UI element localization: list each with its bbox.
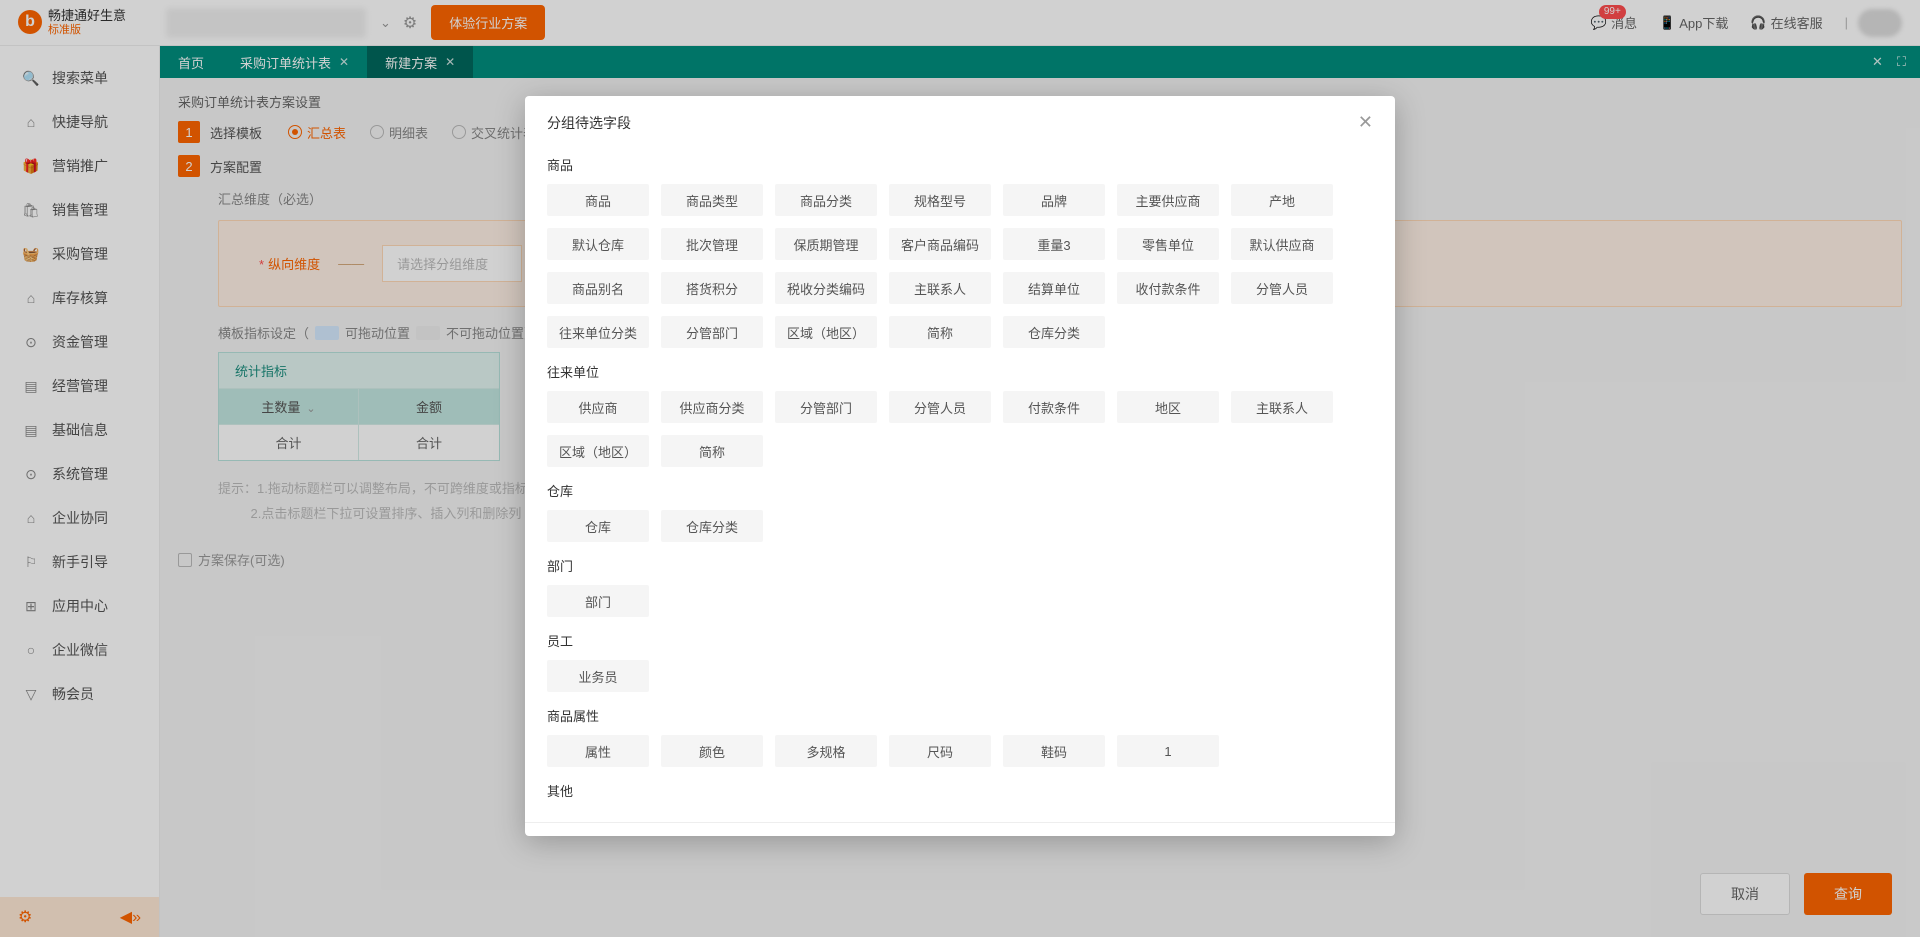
field-group-title: 部门 xyxy=(547,556,1373,575)
field-chip[interactable]: 属性 xyxy=(547,735,649,767)
field-chip[interactable]: 结算单位 xyxy=(1003,272,1105,304)
field-chip[interactable]: 商品 xyxy=(547,184,649,216)
modal-hscroll[interactable] xyxy=(525,822,1395,836)
field-group: 商品商品商品类型商品分类规格型号品牌主要供应商产地默认仓库批次管理保质期管理客户… xyxy=(547,155,1373,348)
close-icon[interactable]: ✕ xyxy=(1358,112,1373,133)
field-group-title: 仓库 xyxy=(547,481,1373,500)
field-chip[interactable]: 客户商品编码 xyxy=(889,228,991,260)
field-chip[interactable]: 商品别名 xyxy=(547,272,649,304)
field-chip[interactable]: 多规格 xyxy=(775,735,877,767)
field-chip[interactable]: 分管部门 xyxy=(661,316,763,348)
field-group-title: 商品属性 xyxy=(547,706,1373,725)
field-group-title: 往来单位 xyxy=(547,362,1373,381)
field-chip[interactable]: 尺码 xyxy=(889,735,991,767)
modal-body: 商品商品商品类型商品分类规格型号品牌主要供应商产地默认仓库批次管理保质期管理客户… xyxy=(525,149,1395,822)
field-chip[interactable]: 简称 xyxy=(889,316,991,348)
modal-title: 分组待选字段 xyxy=(547,113,631,133)
field-group-title: 员工 xyxy=(547,631,1373,650)
field-chip[interactable]: 收付款条件 xyxy=(1117,272,1219,304)
field-chip[interactable]: 仓库 xyxy=(547,510,649,542)
field-chip[interactable]: 颜色 xyxy=(661,735,763,767)
field-chip[interactable]: 简称 xyxy=(661,435,763,467)
field-chip[interactable]: 供应商分类 xyxy=(661,391,763,423)
field-chip[interactable]: 规格型号 xyxy=(889,184,991,216)
field-picker-modal: 分组待选字段 ✕ 商品商品商品类型商品分类规格型号品牌主要供应商产地默认仓库批次… xyxy=(525,96,1395,836)
field-chip[interactable]: 主要供应商 xyxy=(1117,184,1219,216)
field-chip[interactable]: 分管部门 xyxy=(775,391,877,423)
field-chip[interactable]: 1 xyxy=(1117,735,1219,767)
field-chip[interactable]: 商品类型 xyxy=(661,184,763,216)
field-chip[interactable]: 搭货积分 xyxy=(661,272,763,304)
field-chip[interactable]: 供应商 xyxy=(547,391,649,423)
field-chip[interactable]: 区域（地区） xyxy=(775,316,877,348)
field-chip[interactable]: 批次管理 xyxy=(661,228,763,260)
field-chip[interactable]: 付款条件 xyxy=(1003,391,1105,423)
field-chip[interactable]: 分管人员 xyxy=(1231,272,1333,304)
field-chip[interactable]: 主联系人 xyxy=(889,272,991,304)
field-chip[interactable]: 产地 xyxy=(1231,184,1333,216)
field-chip[interactable]: 保质期管理 xyxy=(775,228,877,260)
field-chip[interactable]: 零售单位 xyxy=(1117,228,1219,260)
field-group: 仓库仓库仓库分类 xyxy=(547,481,1373,542)
field-group: 部门部门 xyxy=(547,556,1373,617)
field-group: 往来单位供应商供应商分类分管部门分管人员付款条件地区主联系人区域（地区） 简称 xyxy=(547,362,1373,467)
field-chip[interactable]: 地区 xyxy=(1117,391,1219,423)
field-group-title: 商品 xyxy=(547,155,1373,174)
field-chip[interactable]: 商品分类 xyxy=(775,184,877,216)
field-chip[interactable]: 默认供应商 xyxy=(1231,228,1333,260)
field-group-title: 其他 xyxy=(547,781,1373,800)
field-chip[interactable]: 品牌 xyxy=(1003,184,1105,216)
field-chip[interactable]: 往来单位分类 xyxy=(547,316,649,348)
field-chip[interactable]: 税收分类编码 xyxy=(775,272,877,304)
field-chip[interactable]: 默认仓库 xyxy=(547,228,649,260)
field-chip[interactable]: 重量3 xyxy=(1003,228,1105,260)
field-chip[interactable]: 仓库分类 xyxy=(661,510,763,542)
field-chip[interactable]: 仓库分类 xyxy=(1003,316,1105,348)
field-chip[interactable]: 业务员 xyxy=(547,660,649,692)
field-chip[interactable]: 鞋码 xyxy=(1003,735,1105,767)
field-chip[interactable]: 分管人员 xyxy=(889,391,991,423)
field-chip[interactable]: 主联系人 xyxy=(1231,391,1333,423)
field-chip[interactable]: 部门 xyxy=(547,585,649,617)
field-group: 员工业务员 xyxy=(547,631,1373,692)
field-chip[interactable]: 区域（地区） xyxy=(547,435,649,467)
modal-header: 分组待选字段 ✕ xyxy=(525,96,1395,149)
field-group: 商品属性属性颜色多规格尺码鞋码 1 xyxy=(547,706,1373,767)
field-group: 其他 xyxy=(547,781,1373,810)
